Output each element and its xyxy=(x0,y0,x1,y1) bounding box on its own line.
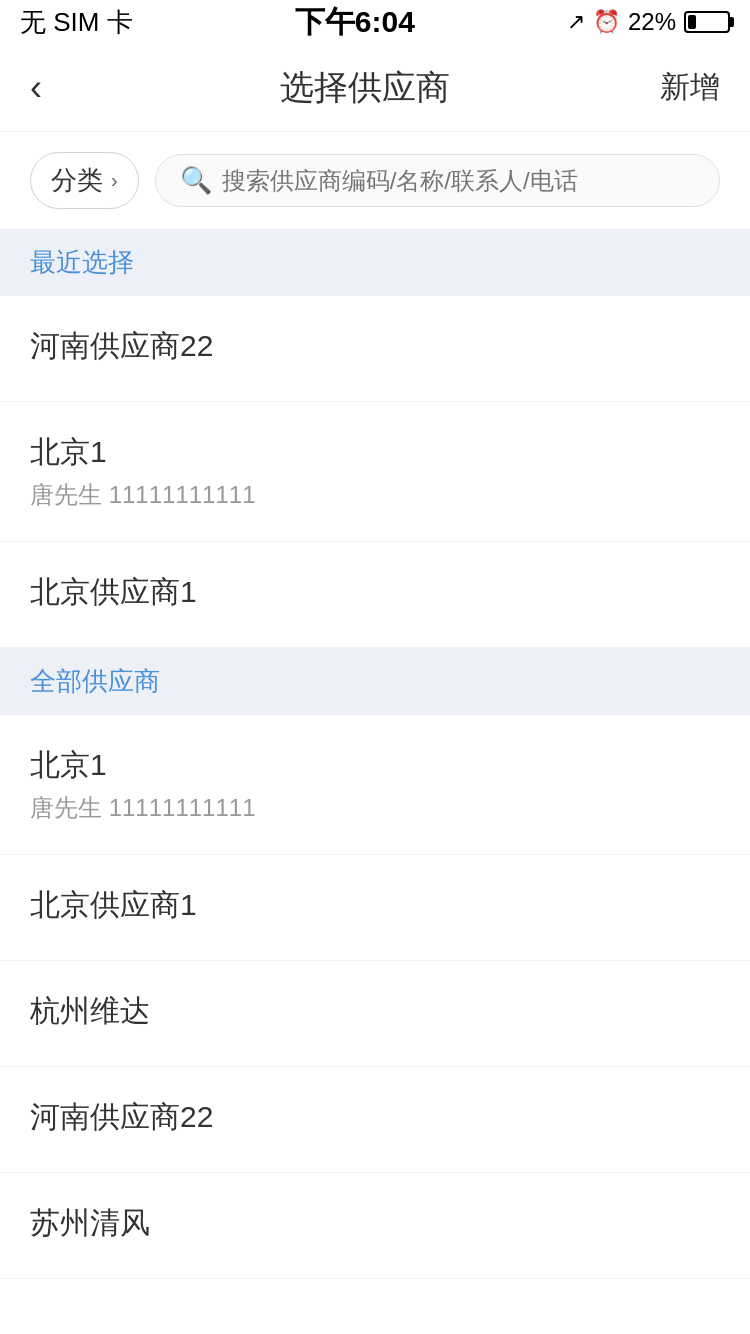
location-icon: ↗ xyxy=(567,9,585,35)
category-filter[interactable]: 分类 › xyxy=(30,152,139,209)
item-subtitle: 唐先生 11111111111 xyxy=(30,792,720,824)
back-button[interactable]: ‹ xyxy=(30,67,90,109)
item-name: 北京1 xyxy=(30,432,720,473)
section-header-1: 全部供应商 xyxy=(0,648,750,715)
list-item[interactable]: 北京供应商1 xyxy=(0,542,750,648)
list-item[interactable]: 北京供应商1 xyxy=(0,855,750,961)
filter-bar: 分类 › 🔍 xyxy=(0,132,750,229)
list-item[interactable]: 苏州清风 xyxy=(0,1173,750,1279)
nav-bar: ‹ 选择供应商 新增 xyxy=(0,44,750,132)
chevron-right-icon: › xyxy=(111,169,118,192)
category-label: 分类 xyxy=(51,163,103,198)
item-subtitle: 唐先生 11111111111 xyxy=(30,479,720,511)
item-name: 北京供应商1 xyxy=(30,572,720,613)
battery-percent: 22% xyxy=(628,8,676,36)
status-bar: 无 SIM 卡 下午6:04 ↗ ⏰ 22% xyxy=(0,0,750,44)
search-wrapper[interactable]: 🔍 xyxy=(155,154,720,207)
item-name: 苏州清风 xyxy=(30,1203,720,1244)
sim-status: 无 SIM 卡 xyxy=(20,5,133,40)
status-left: 无 SIM 卡 xyxy=(20,5,143,40)
list-item[interactable]: 河南供应商22 xyxy=(0,296,750,402)
page-title: 选择供应商 xyxy=(280,65,450,111)
status-right: ↗ ⏰ 22% xyxy=(567,8,730,36)
search-input[interactable] xyxy=(222,167,695,195)
status-time: 下午6:04 xyxy=(295,2,415,43)
list-item[interactable]: 北京1 唐先生 11111111111 xyxy=(0,402,750,542)
item-name: 河南供应商22 xyxy=(30,1097,720,1138)
item-name: 北京1 xyxy=(30,745,720,786)
list-item[interactable]: 北京1 唐先生 11111111111 xyxy=(0,715,750,855)
item-name: 河南供应商22 xyxy=(30,326,720,367)
supplier-list: 最近选择河南供应商22 北京1 唐先生 11111111111 北京供应商1 全部供应商… xyxy=(0,229,750,1279)
list-item[interactable]: 杭州维达 xyxy=(0,961,750,1067)
battery-icon xyxy=(684,11,730,33)
list-item[interactable]: 河南供应商22 xyxy=(0,1067,750,1173)
item-name: 北京供应商1 xyxy=(30,885,720,926)
item-name: 杭州维达 xyxy=(30,991,720,1032)
section-header-0: 最近选择 xyxy=(0,229,750,296)
alarm-icon: ⏰ xyxy=(593,9,620,35)
add-button[interactable]: 新增 xyxy=(640,67,720,108)
search-icon: 🔍 xyxy=(180,165,212,196)
